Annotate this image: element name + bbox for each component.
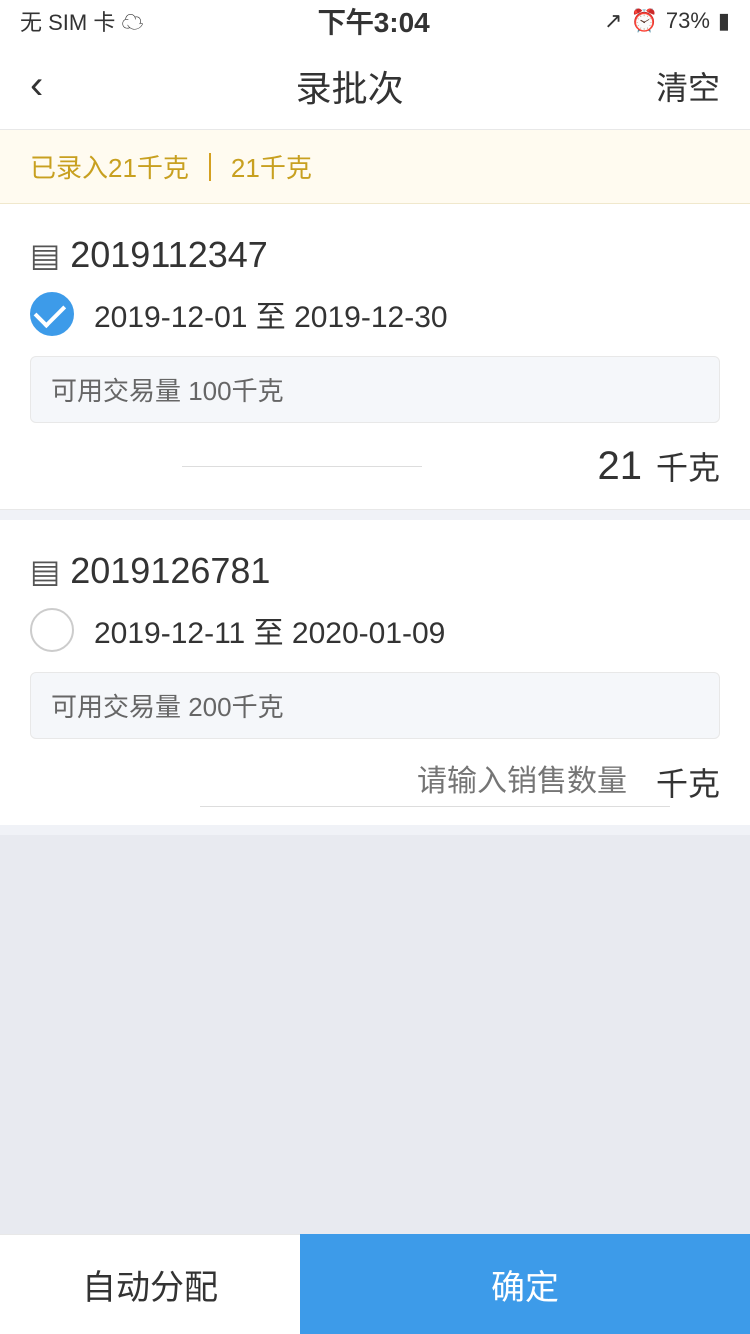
batch-1-icon: ▤ xyxy=(30,236,60,274)
page-title: 录批次 xyxy=(296,60,404,112)
signal-text: 无 SIM 卡 ☁ xyxy=(20,5,143,37)
batch-1-number: 2019112347 xyxy=(70,234,268,276)
batch-2-header: ▤ 2019126781 xyxy=(30,550,720,592)
batch-2-icon: ▤ xyxy=(30,552,60,590)
batch-card-2: ▤ 2019126781 2019-12-11 至 2020-01-09 可用交… xyxy=(0,520,750,825)
status-time: 下午3:04 xyxy=(318,1,430,41)
batch-1-unit: 千克 xyxy=(656,443,720,489)
empty-area xyxy=(0,835,750,1234)
batch-1-date: 2019-12-01 至 2019-12-30 xyxy=(94,292,448,336)
batch-card-2-inner: ▤ 2019126781 2019-12-11 至 2020-01-09 可用交… xyxy=(0,520,750,739)
info-divider xyxy=(209,153,211,181)
quantity-input[interactable] xyxy=(30,765,642,799)
recorded-label: 已录入21千克 xyxy=(30,148,189,185)
batch-2-input-row: 千克 xyxy=(0,739,750,825)
bottom-bar: 自动分配 确定 xyxy=(0,1234,750,1334)
batch-1-amount-row: 21 千克 xyxy=(0,423,750,510)
batch-2-unit: 千克 xyxy=(656,759,720,805)
nav-bar: ‹ 录批次 清空 xyxy=(0,42,750,130)
confirm-button[interactable]: 确定 xyxy=(300,1234,750,1334)
info-banner: 已录入21千克 21千克 xyxy=(0,130,750,204)
battery-text: 73% xyxy=(666,8,710,34)
input-underline xyxy=(200,806,670,807)
location-icon: ↗ xyxy=(604,8,622,34)
batch-2-checkbox[interactable] xyxy=(30,608,74,652)
recorded-value: 21千克 xyxy=(231,148,312,185)
status-left: 无 SIM 卡 ☁ xyxy=(20,5,143,37)
batch-2-quantity: 可用交易量 200千克 xyxy=(30,672,720,739)
batch-1-quantity: 可用交易量 100千克 xyxy=(30,356,720,423)
batch-2-number: 2019126781 xyxy=(70,550,270,592)
alarm-icon: ⏰ xyxy=(630,8,657,34)
batch-card-1: ▤ 2019112347 2019-12-01 至 2019-12-30 可用交… xyxy=(0,204,750,510)
batch-card-1-inner: ▤ 2019112347 2019-12-01 至 2019-12-30 可用交… xyxy=(0,204,750,423)
batch-1-date-row: 2019-12-01 至 2019-12-30 xyxy=(30,292,720,336)
status-right: ↗ ⏰ 73% ▮ xyxy=(604,8,730,34)
batch-1-amount: 21 xyxy=(597,444,642,489)
batch-2-date: 2019-12-11 至 2020-01-09 xyxy=(94,608,445,652)
back-button[interactable]: ‹ xyxy=(30,63,43,108)
batch-1-header: ▤ 2019112347 xyxy=(30,234,720,276)
auto-distribute-button[interactable]: 自动分配 xyxy=(0,1234,300,1334)
batch-2-date-row: 2019-12-11 至 2020-01-09 xyxy=(30,608,720,652)
battery-icon: ▮ xyxy=(718,8,730,34)
status-bar: 无 SIM 卡 ☁ 下午3:04 ↗ ⏰ 73% ▮ xyxy=(0,0,750,42)
clear-button[interactable]: 清空 xyxy=(656,63,720,109)
batch-1-checkbox[interactable] xyxy=(30,292,74,336)
